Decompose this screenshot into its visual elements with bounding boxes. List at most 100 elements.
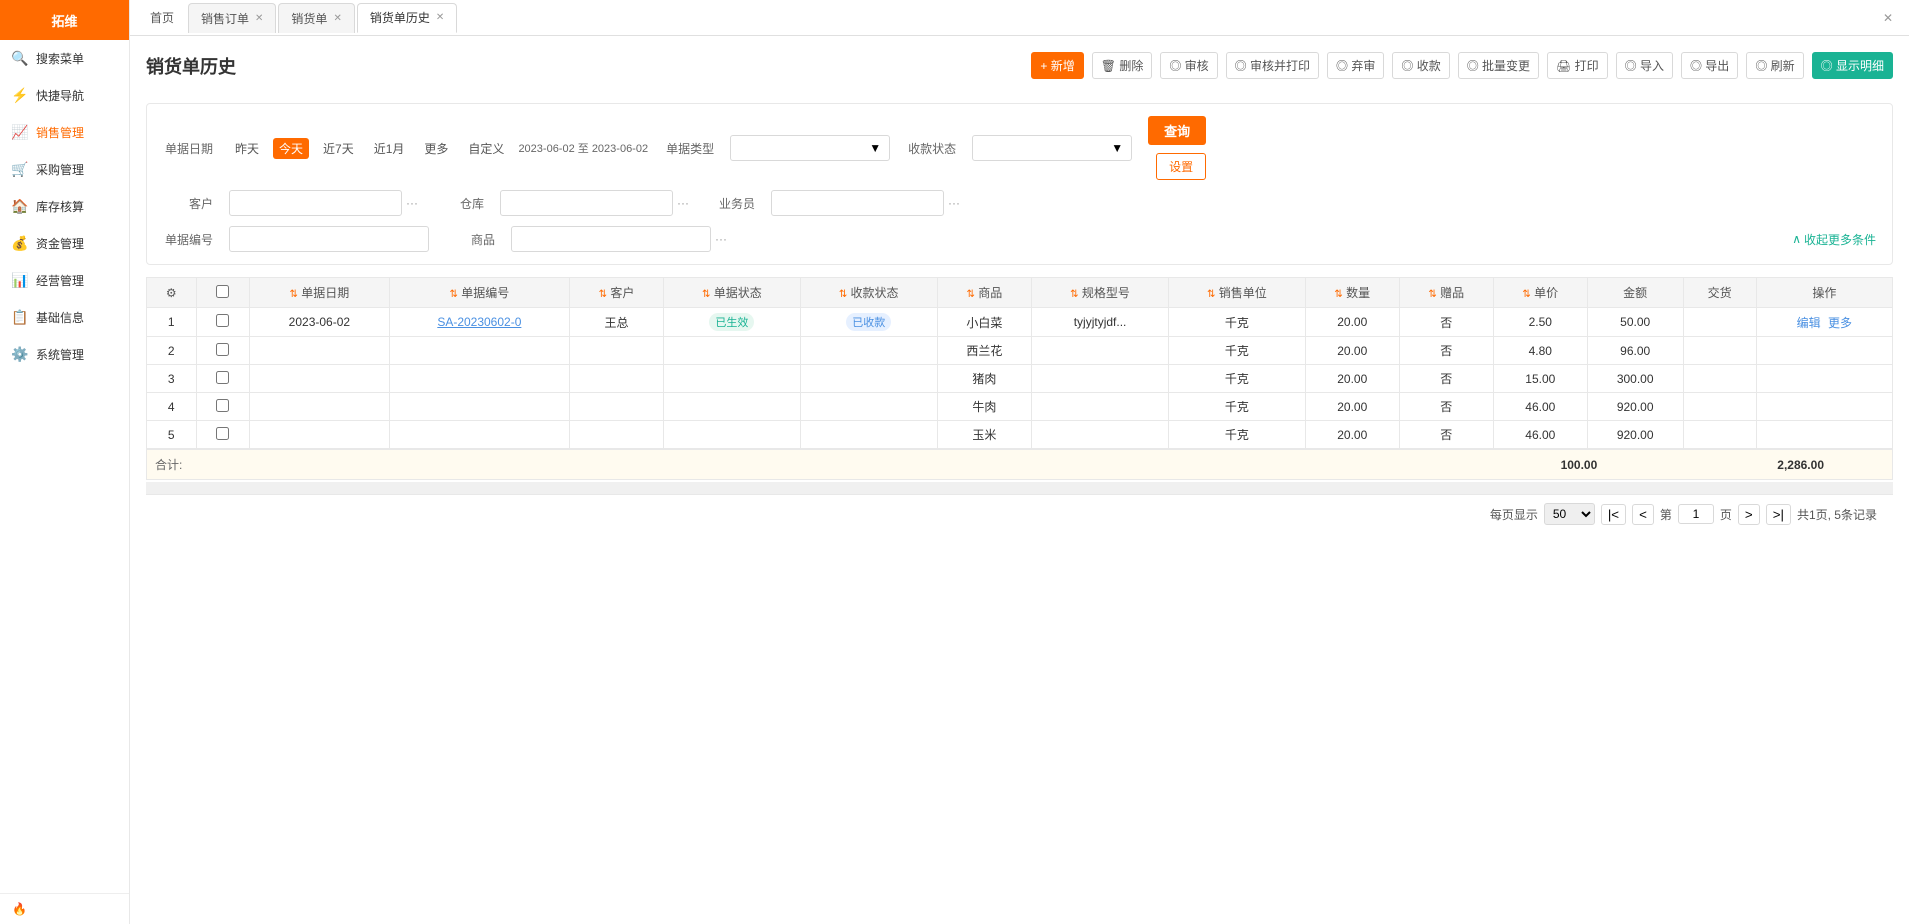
print-button[interactable]: 🖨 打印 <box>1547 52 1608 79</box>
goods-dots[interactable]: ··· <box>715 232 727 246</box>
refresh-button[interactable]: ◎ 刷新 <box>1746 52 1803 79</box>
row-checkbox[interactable] <box>216 343 229 356</box>
doc-type-select[interactable]: ▼ <box>730 135 890 161</box>
row-checkbox[interactable] <box>216 371 229 384</box>
td-price: 2.50 <box>1493 308 1587 337</box>
abandon-button[interactable]: ◎ 弃审 <box>1327 52 1384 79</box>
sidebar-item-finance[interactable]: 💰 资金管理 <box>0 225 129 262</box>
show-detail-button[interactable]: ◎ 显示明细 <box>1812 52 1893 79</box>
next-page-btn[interactable]: > <box>1738 504 1760 525</box>
th-goods[interactable]: ⇅ 商品 <box>937 278 1032 308</box>
row-checkbox[interactable] <box>216 427 229 440</box>
tab-sales-delivery-close[interactable]: ✕ <box>333 13 341 24</box>
date-quick-yesterday[interactable]: 昨天 <box>229 138 265 159</box>
warehouse-input[interactable] <box>500 190 673 216</box>
sort-goods-icon: ⇅ <box>967 289 975 300</box>
th-doc-status[interactable]: ⇅ 单据状态 <box>663 278 800 308</box>
delete-button[interactable]: 🗑 删除 <box>1092 52 1153 79</box>
edit-action-btn[interactable]: 编辑 <box>1795 316 1823 330</box>
th-settings[interactable]: ⚙ <box>147 278 197 308</box>
per-page-select[interactable]: 50 20 100 <box>1544 503 1595 525</box>
th-customer[interactable]: ⇅ 客户 <box>569 278 663 308</box>
tab-sales-delivery[interactable]: 销货单 ✕ <box>278 3 354 33</box>
audit-button[interactable]: ◎ 审核 <box>1160 52 1217 79</box>
customer-dots[interactable]: ··· <box>406 196 418 210</box>
page-number-input[interactable] <box>1678 504 1714 524</box>
filter-row-2: 客户 ··· 仓库 ··· 业务员 ··· <box>163 190 1876 216</box>
doc-no-label: 单据编号 <box>163 231 213 248</box>
docno-link[interactable]: SA-20230602-0 <box>437 315 521 329</box>
warehouse-dots[interactable]: ··· <box>677 196 689 210</box>
th-collect-status[interactable]: ⇅ 收款状态 <box>800 278 937 308</box>
th-price[interactable]: ⇅ 单价 <box>1493 278 1587 308</box>
td-docno: SA-20230602-0 <box>389 308 569 337</box>
more-action-btn[interactable]: 更多 <box>1826 316 1854 330</box>
sales-icon: 📈 <box>12 125 28 141</box>
salesperson-input[interactable] <box>771 190 944 216</box>
sidebar-item-quick[interactable]: ⚡ 快捷导航 <box>0 77 129 114</box>
td-customer: 王总 <box>569 308 663 337</box>
td-actions <box>1756 393 1892 421</box>
td-customer <box>569 337 663 365</box>
sidebar-item-inventory[interactable]: 🏠 库存核算 <box>0 188 129 225</box>
tab-sales-history[interactable]: 销货单历史 ✕ <box>357 3 457 33</box>
export-button[interactable]: ◎ 导出 <box>1681 52 1738 79</box>
tab-sales-history-close[interactable]: ✕ <box>436 12 444 23</box>
date-quick-7days[interactable]: 近7天 <box>317 138 360 159</box>
sidebar-item-system[interactable]: ⚙️ 系统管理 <box>0 336 129 373</box>
new-button[interactable]: + 新增 <box>1031 52 1083 79</box>
close-all-btn[interactable]: ✕ <box>1875 11 1901 25</box>
td-collectstatus <box>800 421 937 449</box>
th-qty[interactable]: ⇅ 数量 <box>1305 278 1399 308</box>
sidebar-item-search[interactable]: 🔍 搜索菜单 <box>0 40 129 77</box>
th-gift[interactable]: ⇅ 赠品 <box>1399 278 1493 308</box>
table-row: 2西兰花千克20.00否4.8096.00 <box>147 337 1893 365</box>
td-check <box>196 393 249 421</box>
first-page-btn[interactable]: |< <box>1601 504 1626 525</box>
salesperson-label: 业务员 <box>705 195 755 212</box>
tabs-bar: 首页 销售订单 ✕ 销货单 ✕ 销货单历史 ✕ ✕ <box>130 0 1909 36</box>
sidebar-item-purchase[interactable]: 🛒 采购管理 <box>0 151 129 188</box>
row-checkbox[interactable] <box>216 399 229 412</box>
customer-input[interactable] <box>229 190 402 216</box>
sort-docno-icon: ⇅ <box>449 289 457 300</box>
last-page-btn[interactable]: >| <box>1766 504 1791 525</box>
date-quick-more[interactable]: 更多 <box>418 138 454 159</box>
batch-change-button[interactable]: ◎ 批量变更 <box>1458 52 1539 79</box>
audit-print-button[interactable]: ◎ 审核并打印 <box>1226 52 1319 79</box>
row-checkbox[interactable] <box>216 314 229 327</box>
salesperson-dots[interactable]: ··· <box>948 196 960 210</box>
collapse-button[interactable]: ∧ 收起更多条件 <box>1792 231 1876 248</box>
sidebar-fire-btn[interactable]: 🔥 <box>0 894 129 924</box>
tab-sales-history-label: 销货单历史 <box>370 9 430 26</box>
prev-page-btn[interactable]: < <box>1632 504 1654 525</box>
collect-button[interactable]: ◎ 收款 <box>1392 52 1449 79</box>
td-collectstatus: 已收款 <box>800 308 937 337</box>
tab-home[interactable]: 首页 <box>138 3 186 33</box>
quick-icon: ⚡ <box>12 88 28 104</box>
th-checkbox[interactable] <box>196 278 249 308</box>
date-quick-custom[interactable]: 自定义 <box>462 138 510 159</box>
th-spec[interactable]: ⇅ 规格型号 <box>1032 278 1169 308</box>
import-button[interactable]: ◎ 导入 <box>1616 52 1673 79</box>
th-doc-no[interactable]: ⇅ 单据编号 <box>389 278 569 308</box>
setup-button[interactable]: 设置 <box>1156 153 1206 180</box>
date-quick-1month[interactable]: 近1月 <box>368 138 411 159</box>
sidebar-item-operation[interactable]: 📊 经营管理 <box>0 262 129 299</box>
date-quick-today[interactable]: 今天 <box>273 138 309 159</box>
th-delivery: 交货 <box>1683 278 1756 308</box>
scrollbar-area[interactable] <box>146 482 1893 494</box>
td-check <box>196 421 249 449</box>
th-date[interactable]: ⇅ 单据日期 <box>249 278 389 308</box>
th-unit[interactable]: ⇅ 销售单位 <box>1168 278 1305 308</box>
query-button[interactable]: 查询 <box>1148 116 1206 145</box>
sidebar-item-sales[interactable]: 📈 销售管理 <box>0 114 129 151</box>
goods-input[interactable] <box>511 226 711 252</box>
tab-sales-order[interactable]: 销售订单 ✕ <box>188 3 276 33</box>
select-all-checkbox[interactable] <box>216 285 229 298</box>
tab-sales-order-close[interactable]: ✕ <box>255 13 263 24</box>
sidebar-logo: 拓维 <box>0 0 129 40</box>
doc-no-input[interactable] <box>229 226 429 252</box>
sidebar-item-basic[interactable]: 📋 基础信息 <box>0 299 129 336</box>
collect-status-select[interactable]: ▼ <box>972 135 1132 161</box>
